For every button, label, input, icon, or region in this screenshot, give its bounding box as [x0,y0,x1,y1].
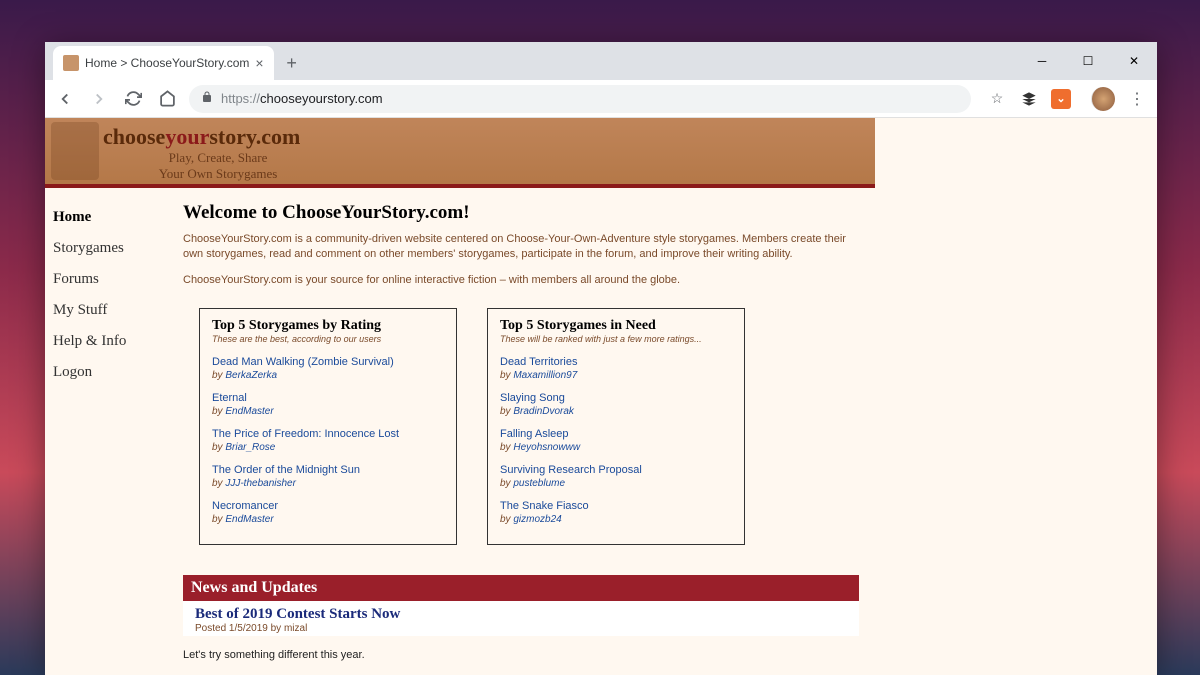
storygame-rating-link[interactable]: Dead Man Walking (Zombie Survival) [212,356,394,368]
storygame-need-byline: by Maxamillion97 [500,370,732,381]
storygame-rating-item: The Price of Freedom: Innocence Lost by B… [212,424,444,453]
address-bar: https://chooseyourstory.com ☆ ⌄ ⋮ [45,80,1157,118]
storygame-rating-link[interactable]: The Price of Freedom: Innocence Lost [212,428,399,440]
profile-avatar[interactable] [1091,87,1115,111]
new-tab-button[interactable]: + [278,49,306,77]
top5-row: Top 5 Storygames by Rating These are the… [199,308,859,545]
forward-button[interactable] [87,87,111,111]
close-tab-icon[interactable]: × [255,55,263,71]
nav-logon[interactable]: Logon [53,357,175,388]
sidebar-nav: Home Storygames Forums My Stuff Help & I… [45,188,175,675]
browser-window: ─ ☐ ✕ Home > ChooseYourStory.com × + htt… [45,42,1157,675]
storygame-rating-item: Eternal by EndMaster [212,388,444,417]
nav-forums[interactable]: Forums [53,264,175,295]
site-container: chooseyourstory.com Play, Create, Share … [45,118,875,675]
storygame-need-author-link[interactable]: BradinDvorak [513,406,574,417]
news-header: News and Updates [183,575,859,601]
nav-storygames[interactable]: Storygames [53,233,175,264]
welcome-heading: Welcome to ChooseYourStory.com! [183,202,859,224]
storygame-need-item: Falling Asleep by Heyohsnowww [500,424,732,453]
storygame-need-byline: by gizmozb24 [500,514,732,525]
storygame-need-link[interactable]: Surviving Research Proposal [500,464,642,476]
maximize-button[interactable]: ☐ [1065,42,1111,80]
storygame-need-author-link[interactable]: gizmozb24 [513,514,561,525]
intro-paragraph-2: ChooseYourStory.com is your source for o… [183,273,859,288]
storygame-rating-item: The Order of the Midnight Sun by JJJ-theb… [212,460,444,489]
news-post-title[interactable]: Best of 2019 Contest Starts Now [195,606,851,623]
nav-mystuff[interactable]: My Stuff [53,295,175,326]
storygame-rating-item: Necromancer by EndMaster [212,496,444,525]
storygame-rating-author-link[interactable]: JJJ-thebanisher [225,478,296,489]
top5-need-box: Top 5 Storygames in Need These will be r… [487,308,745,545]
site-tagline-2: Your Own Storygames [103,166,333,182]
intro-paragraph-1: ChooseYourStory.com is a community-drive… [183,232,859,263]
news-body: Let's try something different this year.… [183,636,859,675]
storygame-need-author-link[interactable]: Maxamillion97 [513,370,577,381]
storygame-rating-item: Dead Man Walking (Zombie Survival) by Ber… [212,352,444,381]
storygame-need-byline: by pusteblume [500,478,732,489]
storygame-rating-byline: by BerkaZerka [212,370,444,381]
buffer-ext-icon[interactable] [1019,89,1039,109]
nav-help[interactable]: Help & Info [53,326,175,357]
storygame-rating-link[interactable]: Eternal [212,392,247,404]
home-button[interactable] [155,87,179,111]
site-tagline-1: Play, Create, Share [103,150,333,166]
storygame-rating-byline: by EndMaster [212,514,444,525]
nav-home[interactable]: Home [53,202,175,233]
page-body: Home Storygames Forums My Stuff Help & I… [45,188,875,675]
storygame-need-item: Surviving Research Proposal by pusteblume [500,460,732,489]
storygame-need-author-link[interactable]: pusteblume [513,478,565,489]
news-p1: Let's try something different this year. [183,648,847,663]
close-window-button[interactable]: ✕ [1111,42,1157,80]
page-content[interactable]: chooseyourstory.com Play, Create, Share … [45,118,1157,675]
star-icon[interactable]: ☆ [987,89,1007,109]
storygame-rating-byline: by EndMaster [212,406,444,417]
top5-rating-sub: These are the best, according to our use… [212,334,444,344]
window-controls: ─ ☐ ✕ [1019,42,1157,80]
storygame-need-link[interactable]: Falling Asleep [500,428,569,440]
storygame-rating-link[interactable]: Necromancer [212,500,278,512]
storygame-need-item: Dead Territories by Maxamillion97 [500,352,732,381]
reload-button[interactable] [121,87,145,111]
extension-icons: ☆ ⌄ [981,89,1077,109]
storygame-need-item: The Snake Fiasco by gizmozb24 [500,496,732,525]
storygame-rating-byline: by Briar_Rose [212,442,444,453]
storygame-rating-author-link[interactable]: EndMaster [225,514,273,525]
top5-rating-title: Top 5 Storygames by Rating [212,318,444,334]
storygame-need-link[interactable]: The Snake Fiasco [500,500,589,512]
url-field[interactable]: https://chooseyourstory.com [189,85,971,113]
storygame-rating-author-link[interactable]: Briar_Rose [225,442,275,453]
lock-icon [201,91,213,106]
news-post-meta: Posted 1/5/2019 by mizal [195,623,851,634]
storygame-need-item: Slaying Song by BradinDvorak [500,388,732,417]
favicon [63,55,79,71]
pocket-ext-icon[interactable]: ⌄ [1051,89,1071,109]
storygame-rating-byline: by JJJ-thebanisher [212,478,444,489]
main-content: Welcome to ChooseYourStory.com! ChooseYo… [175,188,875,675]
storygame-need-link[interactable]: Dead Territories [500,356,577,368]
storygame-need-link[interactable]: Slaying Song [500,392,565,404]
tab-title: Home > ChooseYourStory.com [85,56,249,70]
storygame-need-byline: by Heyohsnowww [500,442,732,453]
storygame-need-byline: by BradinDvorak [500,406,732,417]
back-button[interactable] [53,87,77,111]
site-banner: chooseyourstory.com Play, Create, Share … [45,118,875,188]
tab-bar: Home > ChooseYourStory.com × + [45,42,1157,80]
browser-menu-button[interactable]: ⋮ [1125,89,1149,109]
url-text: https://chooseyourstory.com [221,91,383,106]
top5-rating-box: Top 5 Storygames by Rating These are the… [199,308,457,545]
browser-tab[interactable]: Home > ChooseYourStory.com × [53,46,274,80]
top5-need-sub: These will be ranked with just a few mor… [500,334,732,344]
site-title: chooseyourstory.com [103,124,875,150]
storygame-rating-link[interactable]: The Order of the Midnight Sun [212,464,360,476]
storygame-rating-author-link[interactable]: BerkaZerka [225,370,277,381]
banner-illustration [51,122,99,180]
storygame-rating-author-link[interactable]: EndMaster [225,406,273,417]
storygame-need-author-link[interactable]: Heyohsnowww [513,442,580,453]
minimize-button[interactable]: ─ [1019,42,1065,80]
top5-need-title: Top 5 Storygames in Need [500,318,732,334]
news-post: Best of 2019 Contest Starts Now Posted 1… [183,601,859,636]
